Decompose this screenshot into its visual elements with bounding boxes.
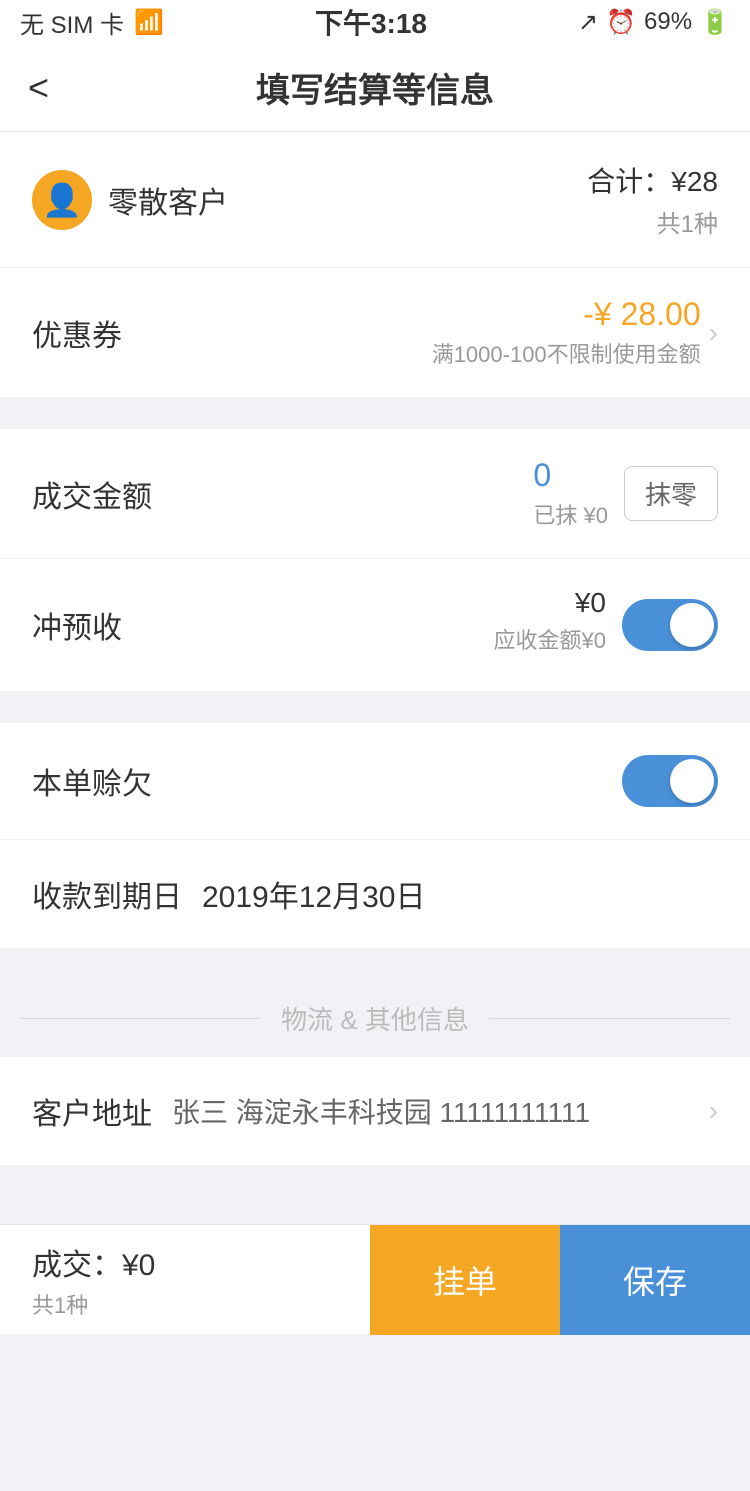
hold-button[interactable]: 挂单 <box>370 1225 560 1335</box>
round-zero-button[interactable]: 抹零 <box>624 466 718 521</box>
customer-summary: 合计：¥28 共1种 <box>587 160 718 239</box>
customer-name: 零散客户 <box>108 178 228 222</box>
coupon-info: -¥ 28.00 满1000-100不限制使用金额 <box>432 296 701 369</box>
bottom-count: 共1种 <box>32 1288 338 1320</box>
address-row[interactable]: 客户地址 张三 海淀永丰科技园 11111111111 › <box>0 1057 750 1165</box>
logistics-line-right <box>489 1018 730 1019</box>
prepayment-row: 冲预收 ¥0 应收金额¥0 <box>0 559 750 691</box>
transaction-amount-row: 成交金额 0 已抹 ¥0 抹零 <box>0 429 750 559</box>
section-divider-1 <box>0 413 750 429</box>
debt-label: 本单赊欠 <box>32 759 152 803</box>
coupon-desc: 满1000-100不限制使用金额 <box>432 337 701 369</box>
transaction-amount-value: 0 <box>533 457 608 494</box>
logistics-label: 物流 & 其他信息 <box>281 1000 469 1037</box>
bottom-info: 成交：¥0 共1种 <box>0 1240 370 1320</box>
coupon-amount-row: -¥ 28.00 <box>583 296 700 333</box>
alarm-icon: ⏰ <box>606 8 636 37</box>
battery-icon: 🔋 <box>700 8 730 37</box>
prepayment-label: 冲预收 <box>32 603 122 647</box>
coupon-label: 优惠券 <box>32 311 122 355</box>
avatar-icon: 👤 <box>42 181 82 219</box>
due-date-row: 收款到期日 2019年12月30日 <box>0 839 750 948</box>
transaction-card: 成交金额 0 已抹 ¥0 抹零 冲预收 ¥0 应收金额¥0 <box>0 429 750 691</box>
address-card: 客户地址 张三 海淀永丰科技园 11111111111 › <box>0 1057 750 1165</box>
section-divider-3 <box>0 964 750 980</box>
bottom-total-label: 成交： <box>32 1249 122 1282</box>
logistics-line-left <box>20 1018 261 1019</box>
prepayment-sub: 应收金额¥0 <box>494 623 606 655</box>
debt-toggle[interactable] <box>622 755 718 807</box>
address-label: 客户地址 <box>32 1089 152 1133</box>
transaction-amount-right: 0 已抹 ¥0 抹零 <box>533 457 718 530</box>
wifi-icon: 📶 <box>134 8 164 37</box>
customer-count: 共1种 <box>587 204 718 239</box>
customer-card: 👤 零散客户 合计：¥28 共1种 优惠券 -¥ 28.00 满1000-100… <box>0 132 750 397</box>
save-button[interactable]: 保存 <box>560 1225 750 1335</box>
debt-card: 本单赊欠 收款到期日 2019年12月30日 <box>0 723 750 948</box>
page-title: 填写结算等信息 <box>256 63 494 112</box>
transaction-amount-sub: 已抹 ¥0 <box>533 498 608 530</box>
section-divider-2 <box>0 707 750 723</box>
nav-bar: < 填写结算等信息 <box>0 44 750 132</box>
address-value: 张三 海淀永丰科技园 11111111111 <box>172 1091 689 1131</box>
prepayment-toggle[interactable] <box>622 599 718 651</box>
status-left: 无 SIM 卡 📶 <box>20 5 164 40</box>
battery-label: 69% <box>644 8 692 36</box>
coupon-right: -¥ 28.00 满1000-100不限制使用金额 › <box>432 296 718 369</box>
logistics-divider: 物流 & 其他信息 <box>0 980 750 1057</box>
address-chevron-icon: › <box>709 1095 718 1127</box>
transaction-amount-block: 0 已抹 ¥0 <box>533 457 608 530</box>
coupon-row[interactable]: 优惠券 -¥ 28.00 满1000-100不限制使用金额 › <box>0 267 750 397</box>
transaction-amount-label: 成交金额 <box>32 472 152 516</box>
status-right: ↗ ⏰ 69% 🔋 <box>578 8 730 37</box>
debt-row: 本单赊欠 <box>0 723 750 839</box>
prepayment-info: ¥0 应收金额¥0 <box>494 587 606 663</box>
location-icon: ↗ <box>578 8 598 37</box>
prepayment-right: ¥0 应收金额¥0 <box>494 587 718 663</box>
bottom-total: 成交：¥0 <box>32 1240 338 1284</box>
due-date-value: 2019年12月30日 <box>202 872 425 916</box>
customer-total: 合计：¥28 <box>587 160 718 200</box>
prepayment-value: ¥0 <box>575 587 606 619</box>
carrier-label: 无 SIM 卡 <box>20 5 124 40</box>
due-date-label: 收款到期日 <box>32 872 182 916</box>
customer-left: 👤 零散客户 <box>32 170 228 230</box>
status-bar: 无 SIM 卡 📶 下午3:18 ↗ ⏰ 69% 🔋 <box>0 0 750 44</box>
coupon-chevron-icon: › <box>709 317 718 349</box>
bottom-total-value: ¥0 <box>122 1249 155 1282</box>
back-button[interactable]: < <box>28 67 49 109</box>
status-time: 下午3:18 <box>315 2 427 42</box>
avatar: 👤 <box>32 170 92 230</box>
coupon-amount: -¥ 28.00 <box>583 296 700 333</box>
bottom-bar: 成交：¥0 共1种 挂单 保存 <box>0 1224 750 1334</box>
customer-row: 👤 零散客户 合计：¥28 共1种 <box>0 132 750 267</box>
